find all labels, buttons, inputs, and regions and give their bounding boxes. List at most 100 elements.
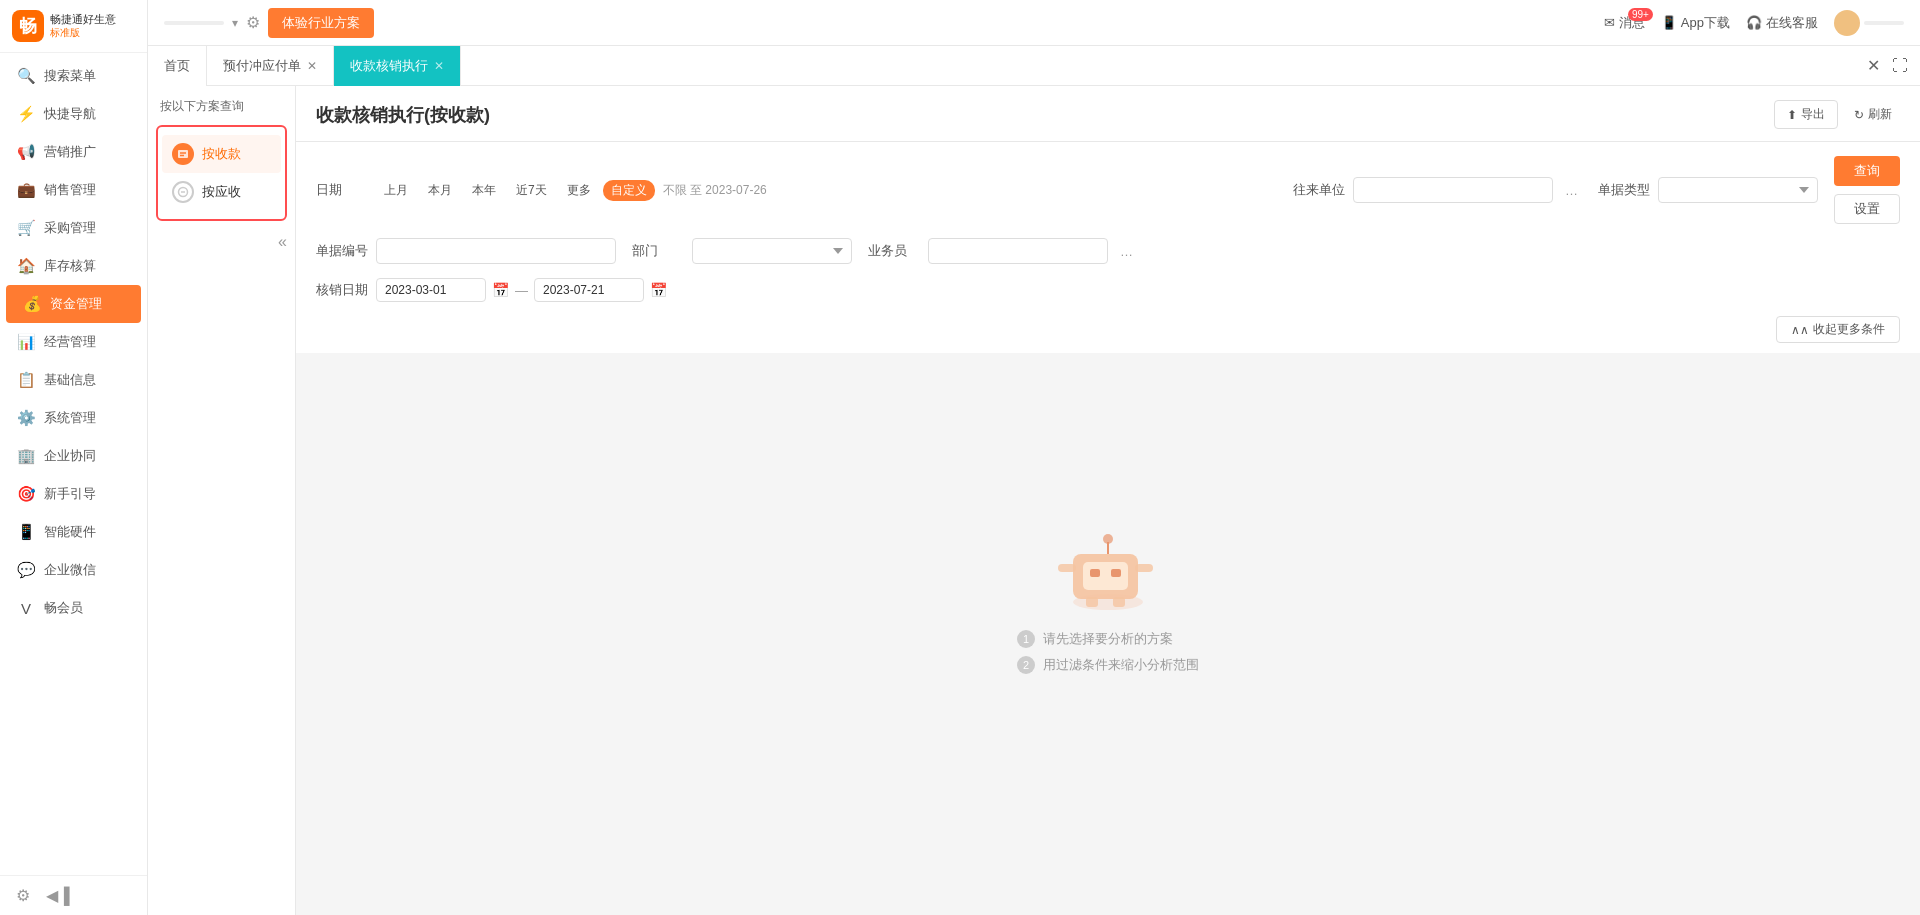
tab-receipt-close-icon[interactable]: ✕ (434, 59, 444, 73)
sidebar-item-marketing[interactable]: 📢 营销推广 (0, 133, 147, 171)
doc-type-filter-group: 单据类型 (1598, 177, 1818, 203)
empty-text: 1 请先选择要分析的方案 2 用过滤条件来缩小分析范围 (1017, 630, 1199, 674)
sidebar-item-system[interactable]: ⚙️ 系统管理 (0, 399, 147, 437)
refresh-icon: ↻ (1854, 108, 1864, 122)
sidebar-item-inventory[interactable]: 🏠 库存核算 (0, 247, 147, 285)
query-button[interactable]: 查询 (1834, 156, 1900, 186)
message-button[interactable]: ✉ 消息 99+ (1604, 14, 1645, 32)
left-panel-collapse-btn[interactable]: « (156, 233, 287, 251)
logo-icon: 畅 (12, 10, 44, 42)
sidebar-item-guide[interactable]: 🎯 新手引导 (0, 475, 147, 513)
tab-prepay-label: 预付冲应付单 (223, 57, 301, 75)
message-icon: ✉ (1604, 15, 1615, 30)
export-icon: ⬆ (1787, 108, 1797, 122)
main-area: ▾ ⚙ 体验行业方案 ✉ 消息 99+ 📱 App下载 🎧 在线客服 (148, 0, 1920, 915)
partner-more-icon[interactable]: … (1561, 179, 1582, 202)
topbar-gear-icon[interactable]: ⚙ (246, 13, 260, 32)
filter-options-box: 按收款 按应收 (156, 125, 287, 221)
company-name (164, 21, 224, 25)
page-title: 收款核销执行(按收款) (316, 103, 490, 127)
collapse-sidebar-icon[interactable]: ◀▐ (46, 886, 69, 905)
staff-more-icon[interactable]: … (1116, 240, 1137, 263)
tabbar: 首页 预付冲应付单 ✕ 收款核销执行 ✕ ✕ ⛶ (148, 46, 1920, 86)
setting-button[interactable]: 设置 (1834, 194, 1900, 224)
sidebar-item-wechat[interactable]: 💬 企业微信 (0, 551, 147, 589)
tab-receipt[interactable]: 收款核销执行 ✕ (334, 46, 461, 86)
dept-filter-group: 部门 (632, 238, 852, 264)
tab-home[interactable]: 首页 (148, 46, 207, 86)
partner-input[interactable] (1353, 177, 1553, 203)
header-actions: ⬆ 导出 ↻ 刷新 (1774, 100, 1900, 129)
sidebar-item-finance[interactable]: 💰 资金管理 (6, 285, 141, 323)
calendar-to-icon[interactable]: 📅 (650, 282, 667, 298)
sidebar-item-quick[interactable]: ⚡ 快捷导航 (0, 95, 147, 133)
sidebar: 畅 畅捷通好生意 标准版 🔍 搜索菜单 ⚡ 快捷导航 📢 营销推广 💼 销售管理… (0, 0, 148, 915)
sidebar-item-enterprise[interactable]: 🏢 企业协同 (0, 437, 147, 475)
date-this-year[interactable]: 本年 (464, 180, 504, 201)
marketing-icon: 📢 (16, 143, 36, 161)
settings-bottom-icon[interactable]: ⚙ (16, 886, 30, 905)
svg-rect-8 (1090, 569, 1100, 577)
filter-form: 日期 上月 本月 本年 近7天 更多 自定义 不限 至 (296, 142, 1920, 353)
export-button[interactable]: ⬆ 导出 (1774, 100, 1838, 129)
calendar-from-icon[interactable]: 📅 (492, 282, 509, 298)
finance-icon: 💰 (22, 295, 42, 313)
search-icon: 🔍 (16, 67, 36, 85)
svg-rect-13 (1135, 564, 1153, 572)
hardware-icon: 📱 (16, 523, 36, 541)
page-header-top: 收款核销执行(按收款) ⬆ 导出 ↻ 刷新 (316, 100, 1900, 129)
enterprise-icon: 🏢 (16, 447, 36, 465)
filter-actions-row: ∧∧ 收起更多条件 (296, 316, 1920, 353)
system-icon: ⚙️ (16, 409, 36, 427)
date-custom[interactable]: 自定义 (603, 180, 655, 201)
date-range-picker: 2023-03-01 📅 — 2023-07-21 📅 (376, 278, 667, 302)
dept-select[interactable] (692, 238, 852, 264)
dropdown-arrow-icon[interactable]: ▾ (232, 16, 238, 30)
sidebar-item-purchase[interactable]: 🛒 采购管理 (0, 209, 147, 247)
sidebar-item-search[interactable]: 🔍 搜索菜单 (0, 57, 147, 95)
username (1864, 21, 1904, 25)
sidebar-item-operation[interactable]: 📊 经营管理 (0, 323, 147, 361)
date-this-month[interactable]: 本月 (420, 180, 460, 201)
maximize-icon[interactable]: ⛶ (1888, 53, 1912, 79)
svg-rect-12 (1058, 564, 1076, 572)
doc-num-filter-group: 单据编号 (316, 238, 616, 264)
vip-icon: V (16, 600, 36, 617)
sidebar-item-sales[interactable]: 💼 销售管理 (0, 171, 147, 209)
chevron-up-icon: ∧∧ (1791, 323, 1809, 337)
date-shortcuts: 上月 本月 本年 近7天 更多 自定义 (376, 180, 655, 201)
tab-receipt-label: 收款核销执行 (350, 57, 428, 75)
topbar-right: ✉ 消息 99+ 📱 App下载 🎧 在线客服 (1604, 10, 1904, 36)
filter-row-3: 核销日期 2023-03-01 📅 — 2023-07-21 📅 (316, 278, 1900, 302)
filter-by-receivable[interactable]: 按应收 (162, 173, 281, 211)
sidebar-item-hardware[interactable]: 📱 智能硬件 (0, 513, 147, 551)
collapse-more-button[interactable]: ∧∧ 收起更多条件 (1776, 316, 1900, 343)
svg-rect-0 (178, 150, 188, 158)
doc-type-select[interactable] (1658, 177, 1818, 203)
date-last-month[interactable]: 上月 (376, 180, 416, 201)
filter-by-receipt[interactable]: 按收款 (162, 135, 281, 173)
query-action-group: 查询 设置 (1834, 156, 1900, 224)
tabbar-actions: ✕ ⛶ (1863, 52, 1920, 79)
app-download-button[interactable]: 📱 App下载 (1661, 14, 1730, 32)
online-service-button[interactable]: 🎧 在线客服 (1746, 14, 1818, 32)
tab-prepay[interactable]: 预付冲应付单 ✕ (207, 46, 334, 86)
sidebar-item-vip[interactable]: V 畅会员 (0, 589, 147, 627)
close-tab-icon[interactable]: ✕ (1863, 52, 1884, 79)
doc-num-input[interactable] (376, 238, 616, 264)
sidebar-item-basic[interactable]: 📋 基础信息 (0, 361, 147, 399)
tab-prepay-close-icon[interactable]: ✕ (307, 59, 317, 73)
date-separator: — (515, 283, 528, 298)
partner-filter-group: 往来单位 … (783, 177, 1582, 203)
date-more[interactable]: 更多 (559, 180, 599, 201)
sidebar-navigation: 🔍 搜索菜单 ⚡ 快捷导航 📢 营销推广 💼 销售管理 🛒 采购管理 🏠 库存核… (0, 53, 147, 875)
staff-filter-group: 业务员 … (868, 238, 1137, 264)
staff-input[interactable] (928, 238, 1108, 264)
inventory-icon: 🏠 (16, 257, 36, 275)
refresh-button[interactable]: ↻ 刷新 (1846, 100, 1900, 129)
date-7days[interactable]: 近7天 (508, 180, 555, 201)
date-to-input[interactable]: 2023-07-21 (534, 278, 644, 302)
industry-button[interactable]: 体验行业方案 (268, 8, 374, 38)
filter-row-1: 日期 上月 本月 本年 近7天 更多 自定义 不限 至 (316, 156, 1900, 224)
date-from-input[interactable]: 2023-03-01 (376, 278, 486, 302)
